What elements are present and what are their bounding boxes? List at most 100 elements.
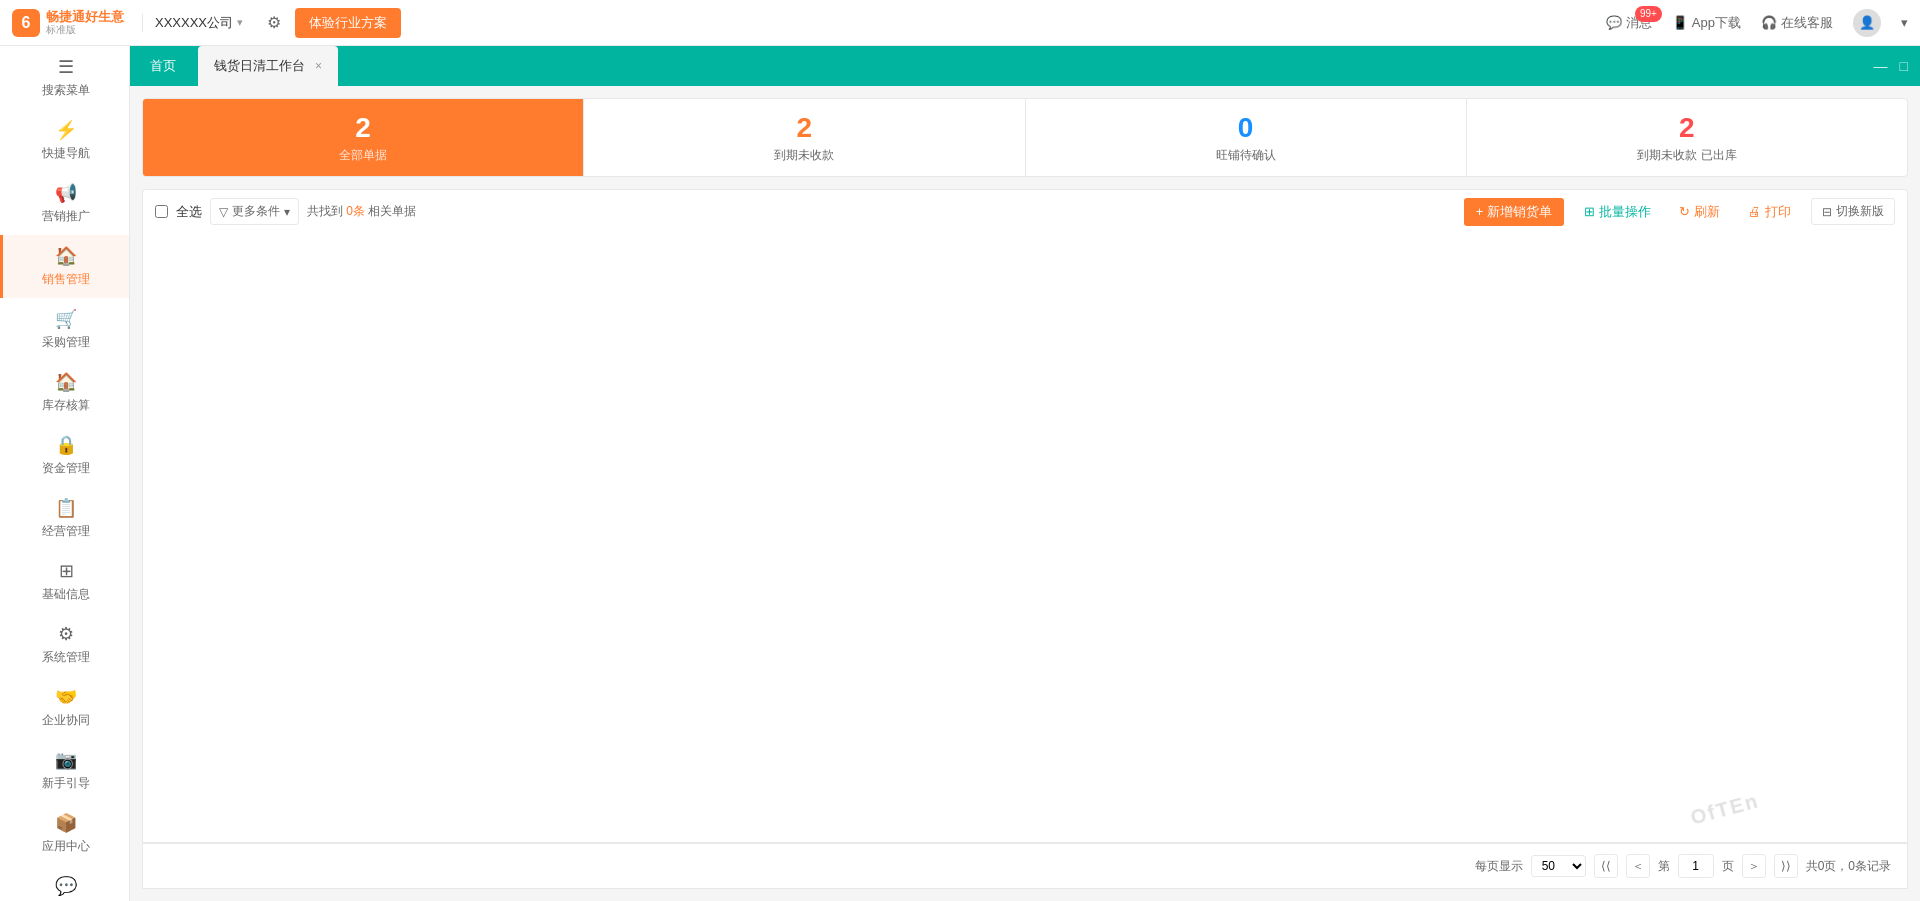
sidebar-item-purchase[interactable]: 🛒 采购管理: [0, 298, 129, 361]
stat-label-all: 全部单据: [339, 147, 387, 164]
sidebar-item-label-purchase: 采购管理: [42, 334, 90, 351]
main-content: 首页 钱货日清工作台 × — □ 2 全部单据 2 到期未收款: [130, 46, 1920, 901]
toolbar-right: + 新增销货单 ⊞ 批量操作 ↻ 刷新 🖨 打印 ⊟: [1464, 198, 1895, 226]
purchase-icon: 🛒: [55, 308, 77, 330]
basic-icon: ⊞: [59, 560, 74, 582]
sidebar-item-label-finance: 资金管理: [42, 460, 90, 477]
page-last-button[interactable]: ⟩⟩: [1774, 854, 1798, 878]
app-download-label: App下载: [1692, 14, 1741, 32]
page-first-button[interactable]: ⟨⟨: [1594, 854, 1618, 878]
page-prev-button[interactable]: ＜: [1626, 854, 1650, 878]
stat-label-overdue: 到期未收款: [774, 147, 834, 164]
filter-button[interactable]: ▽ 更多条件 ▾: [210, 198, 299, 225]
username-area[interactable]: ▾: [1901, 15, 1908, 30]
online-service-label: 在线客服: [1781, 14, 1833, 32]
sidebar-item-system[interactable]: ⚙ 系统管理: [0, 613, 129, 676]
stat-card-overdue[interactable]: 2 到期未收款: [584, 99, 1025, 176]
found-text: 共找到 0条 相关单据: [307, 203, 416, 220]
found-count: 0条: [346, 204, 365, 218]
logo-area: 6 畅捷通好生意 标准版: [12, 9, 142, 37]
filter-icon: ▽: [219, 205, 228, 219]
sidebar-item-label-quicknav: 快捷导航: [42, 145, 90, 162]
sidebar-item-operations[interactable]: 📋 经营管理: [0, 487, 129, 550]
download-icon: 📱: [1672, 15, 1688, 30]
message-badge: 99+: [1635, 6, 1662, 22]
sidebar-item-marketing[interactable]: 📢 营销推广: [0, 172, 129, 235]
sidebar-item-label-partner: 企业协同: [42, 712, 90, 729]
stat-card-shipped[interactable]: 2 到期未收款 已出库: [1467, 99, 1907, 176]
stat-num-pending: 0: [1238, 111, 1254, 145]
stat-num-shipped: 2: [1679, 111, 1695, 145]
sidebar-item-basic[interactable]: ⊞ 基础信息: [0, 550, 129, 613]
found-suffix: 相关单据: [368, 204, 416, 218]
header-right: 💬 消息 99+ 📱 App下载 🎧 在线客服 👤 ▾: [1606, 9, 1908, 37]
partner-icon: 🤝: [55, 686, 77, 708]
sidebar-item-wechat[interactable]: 💬 企业微信: [0, 865, 129, 901]
sidebar-item-apps[interactable]: 📦 应用中心: [0, 802, 129, 865]
switch-icon: ⊟: [1822, 205, 1832, 219]
sidebar-item-finance[interactable]: 🔒 资金管理: [0, 424, 129, 487]
switch-version-button[interactable]: ⊟ 切换新版: [1811, 198, 1895, 225]
print-icon: 🖨: [1748, 204, 1761, 219]
sidebar-item-sales[interactable]: 🏠 销售管理: [0, 235, 129, 298]
tab-minimize-button[interactable]: —: [1870, 54, 1892, 78]
sidebar-item-label-sales: 销售管理: [42, 271, 90, 288]
print-button[interactable]: 🖨 打印: [1740, 199, 1799, 225]
message-button[interactable]: 💬 消息 99+: [1606, 14, 1652, 32]
refresh-icon: ↻: [1679, 204, 1690, 219]
quicknav-icon: ⚡: [55, 119, 77, 141]
settings-button[interactable]: ⚙: [263, 9, 285, 36]
company-selector[interactable]: XXXXXX公司 ▾: [142, 14, 255, 32]
sidebar-item-label-operations: 经营管理: [42, 523, 90, 540]
top-header: 6 畅捷通好生意 标准版 XXXXXX公司 ▾ ⚙ 体验行业方案 💬 消息 99…: [0, 0, 1920, 46]
chevron-down-icon: ▾: [237, 16, 243, 29]
stat-card-pending[interactable]: 0 旺铺待确认: [1026, 99, 1467, 176]
sidebar-item-label-inventory: 库存核算: [42, 397, 90, 414]
total-info: 共0页，0条记录: [1806, 858, 1891, 875]
chevron-down-icon: ▾: [1901, 15, 1908, 30]
toolbar: 全选 ▽ 更多条件 ▾ 共找到 0条 相关单据 + 新增销货单 ⊞: [142, 189, 1908, 234]
tab-label: 钱货日清工作台: [214, 57, 305, 75]
select-all-label: 全选: [176, 203, 202, 221]
sidebar-item-label-marketing: 营销推广: [42, 208, 90, 225]
avatar[interactable]: 👤: [1853, 9, 1881, 37]
content-body: 2 全部单据 2 到期未收款 0 旺铺待确认 2 到期未收款 已出库: [130, 86, 1920, 901]
app-download-button[interactable]: 📱 App下载: [1672, 14, 1741, 32]
trial-button[interactable]: 体验行业方案: [295, 8, 401, 38]
apps-icon: 📦: [55, 812, 77, 834]
tab-active[interactable]: 钱货日清工作台 ×: [198, 46, 338, 86]
sidebar-item-inventory[interactable]: 🏠 库存核算: [0, 361, 129, 424]
sidebar-item-label-apps: 应用中心: [42, 838, 90, 855]
sidebar-item-search[interactable]: ☰ 搜索菜单: [0, 46, 129, 109]
refresh-button[interactable]: ↻ 刷新: [1671, 199, 1728, 225]
sales-icon: 🏠: [55, 245, 77, 267]
finance-icon: 🔒: [55, 434, 77, 456]
tab-maximize-button[interactable]: □: [1896, 54, 1912, 78]
page-label2: 页: [1722, 858, 1734, 875]
new-sale-button[interactable]: + 新增销货单: [1464, 198, 1564, 226]
tab-close-icon[interactable]: ×: [315, 59, 322, 73]
page-input[interactable]: [1678, 854, 1714, 878]
wechat-icon: 💬: [55, 875, 77, 897]
sidebar-item-label-system: 系统管理: [42, 649, 90, 666]
app-name: 畅捷通好生意: [46, 9, 124, 25]
sidebar-item-partner[interactable]: 🤝 企业协同: [0, 676, 129, 739]
print-label: 打印: [1765, 203, 1791, 221]
select-all-checkbox[interactable]: [155, 205, 168, 218]
tab-home[interactable]: 首页: [130, 46, 196, 86]
pagination: 每页显示 50 20 100 ⟨⟨ ＜ 第 页 ＞ ⟩⟩ 共0页，0条记录: [142, 843, 1908, 889]
sidebar-item-guide[interactable]: 📷 新手引导: [0, 739, 129, 802]
stat-num-overdue: 2: [797, 111, 813, 145]
operations-icon: 📋: [55, 497, 77, 519]
online-service-button[interactable]: 🎧 在线客服: [1761, 14, 1833, 32]
tab-controls: — □: [1870, 54, 1920, 78]
page-next-button[interactable]: ＞: [1742, 854, 1766, 878]
batch-operation-button[interactable]: ⊞ 批量操作: [1576, 199, 1659, 225]
stat-card-all[interactable]: 2 全部单据: [143, 99, 584, 176]
sidebar-item-label-guide: 新手引导: [42, 775, 90, 792]
switch-label: 切换新版: [1836, 203, 1884, 220]
refresh-label: 刷新: [1694, 203, 1720, 221]
per-page-select[interactable]: 50 20 100: [1531, 855, 1586, 877]
app-version: 标准版: [46, 24, 124, 36]
sidebar-item-quicknav[interactable]: ⚡ 快捷导航: [0, 109, 129, 172]
